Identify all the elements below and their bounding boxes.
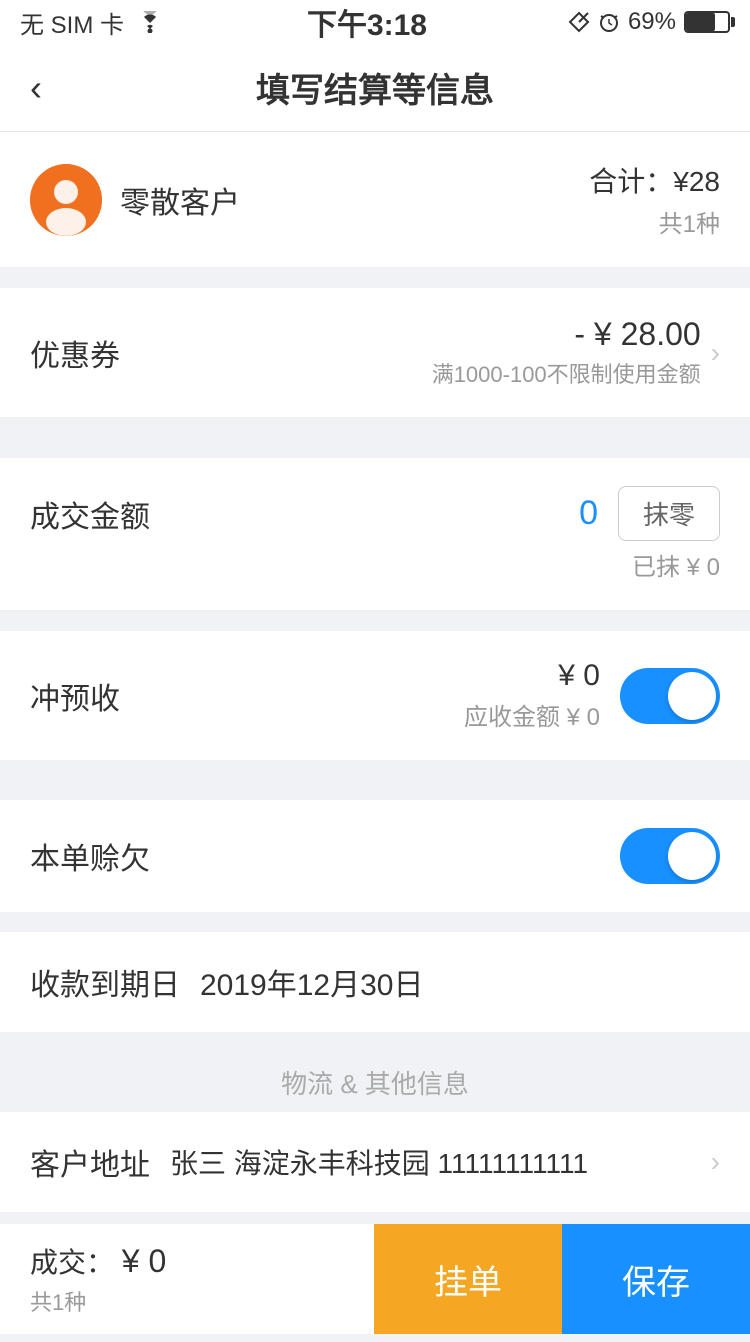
coupon-right: - ¥ 28.00 满1000-100不限制使用金额 › xyxy=(432,316,720,389)
debt-toggle[interactable] xyxy=(620,828,720,884)
prereceive-section: 冲预收 ¥ 0 应收金额 ¥ 0 xyxy=(0,631,750,760)
bottom-deal-value: ¥ 0 xyxy=(122,1243,166,1279)
customer-total: 合计：¥28 共1种 xyxy=(589,160,720,239)
prereceive-row-container: 冲预收 ¥ 0 应收金额 ¥ 0 xyxy=(0,631,750,760)
amount-value[interactable]: 0 xyxy=(579,494,598,533)
status-bar: 无 SIM 卡 下午3:18 69% xyxy=(0,0,750,44)
divider-1 xyxy=(0,438,750,458)
save-button[interactable]: 保存 xyxy=(562,1224,750,1334)
customer-name: 零散客户 xyxy=(120,178,240,222)
amount-label: 成交金额 xyxy=(30,492,150,536)
total-amount: 合计：¥28 xyxy=(589,160,720,200)
coupon-section: 优惠券 - ¥ 28.00 满1000-100不限制使用金额 › xyxy=(0,288,750,418)
toggle-knob xyxy=(668,672,716,720)
debt-section: 本单赊欠 xyxy=(0,800,750,912)
bottom-info: 成交： ¥ 0 共1种 xyxy=(0,1241,374,1317)
address-value: 张三 海淀永丰科技园 11111111111 xyxy=(170,1142,711,1182)
amount-right: 0 抹零 xyxy=(579,486,720,541)
prereceive-right: ¥ 0 应收金额 ¥ 0 xyxy=(464,659,720,732)
duedate-section: 收款到期日 2019年12月30日 xyxy=(0,932,750,1032)
amount-sub: 已抹 ¥ 0 xyxy=(30,547,720,582)
round-button[interactable]: 抹零 xyxy=(618,486,720,541)
alarm-icon xyxy=(598,11,620,33)
amount-row: 成交金额 0 抹零 xyxy=(30,486,720,541)
hang-button[interactable]: 挂单 xyxy=(374,1224,562,1334)
customer-left: 零散客户 xyxy=(30,164,240,236)
battery-percent: 69% xyxy=(628,8,676,36)
coupon-discount: - ¥ 28.00 xyxy=(432,316,701,353)
bottom-deal-row: 成交： ¥ 0 xyxy=(30,1241,344,1281)
coupon-label: 优惠券 xyxy=(30,331,120,375)
customer-row: 零散客户 合计：¥28 共1种 xyxy=(0,132,750,268)
logistics-divider: 物流 & 其他信息 xyxy=(0,1052,750,1112)
address-label: 客户地址 xyxy=(30,1140,150,1184)
bottom-deal-label: 成交： xyxy=(30,1247,114,1278)
debt-label: 本单赊欠 xyxy=(30,834,150,878)
address-section: 客户地址 张三 海淀永丰科技园 11111111111 › xyxy=(0,1112,750,1212)
prereceive-value-area: ¥ 0 应收金额 ¥ 0 xyxy=(464,659,600,732)
address-row[interactable]: 客户地址 张三 海淀永丰科技园 11111111111 › xyxy=(0,1112,750,1212)
coupon-desc: 满1000-100不限制使用金额 xyxy=(432,357,701,389)
duedate-row[interactable]: 收款到期日 2019年12月30日 xyxy=(0,932,750,1032)
carrier-text: 无 SIM 卡 xyxy=(20,5,124,40)
bottom-count: 共1种 xyxy=(30,1285,344,1317)
prereceive-toggle[interactable] xyxy=(620,668,720,724)
main-content: 零散客户 合计：¥28 共1种 优惠券 - ¥ 28.00 满1000-100不… xyxy=(0,132,750,1342)
duedate-value: 2019年12月30日 xyxy=(200,960,423,1004)
address-chevron-icon: › xyxy=(711,1146,720,1178)
total-count: 共1种 xyxy=(589,204,720,239)
avatar xyxy=(30,164,102,236)
prereceive-row: 冲预收 ¥ 0 应收金额 ¥ 0 xyxy=(30,659,720,732)
prereceive-amount: ¥ 0 xyxy=(464,659,600,693)
bottom-bar: 成交： ¥ 0 共1种 挂单 保存 xyxy=(0,1224,750,1334)
logistics-label: 物流 & 其他信息 xyxy=(281,1064,469,1101)
customer-section: 零散客户 合计：¥28 共1种 xyxy=(0,132,750,268)
coupon-chevron-icon: › xyxy=(711,337,720,369)
location-icon xyxy=(568,11,590,33)
debt-toggle-knob xyxy=(668,832,716,880)
wifi-icon xyxy=(134,11,166,33)
amount-row-container: 成交金额 0 抹零 已抹 ¥ 0 xyxy=(0,458,750,611)
nav-title: 填写结算等信息 xyxy=(256,63,494,112)
divider-2 xyxy=(0,780,750,800)
duedate-inner: 收款到期日 2019年12月30日 xyxy=(30,960,720,1004)
duedate-label: 收款到期日 xyxy=(30,960,180,1004)
coupon-row[interactable]: 优惠券 - ¥ 28.00 满1000-100不限制使用金额 › xyxy=(0,288,750,418)
coupon-value-area: - ¥ 28.00 满1000-100不限制使用金额 xyxy=(432,316,701,389)
status-time: 下午3:18 xyxy=(307,0,427,44)
back-button[interactable]: ‹ xyxy=(30,67,42,109)
amount-section: 成交金额 0 抹零 已抹 ¥ 0 xyxy=(0,458,750,611)
status-right: 69% xyxy=(568,8,730,36)
prereceive-sub: 应收金额 ¥ 0 xyxy=(464,697,600,732)
status-carrier: 无 SIM 卡 xyxy=(20,5,166,40)
battery-icon xyxy=(684,11,730,33)
nav-bar: ‹ 填写结算等信息 xyxy=(0,44,750,132)
prereceive-label: 冲预收 xyxy=(30,674,120,718)
